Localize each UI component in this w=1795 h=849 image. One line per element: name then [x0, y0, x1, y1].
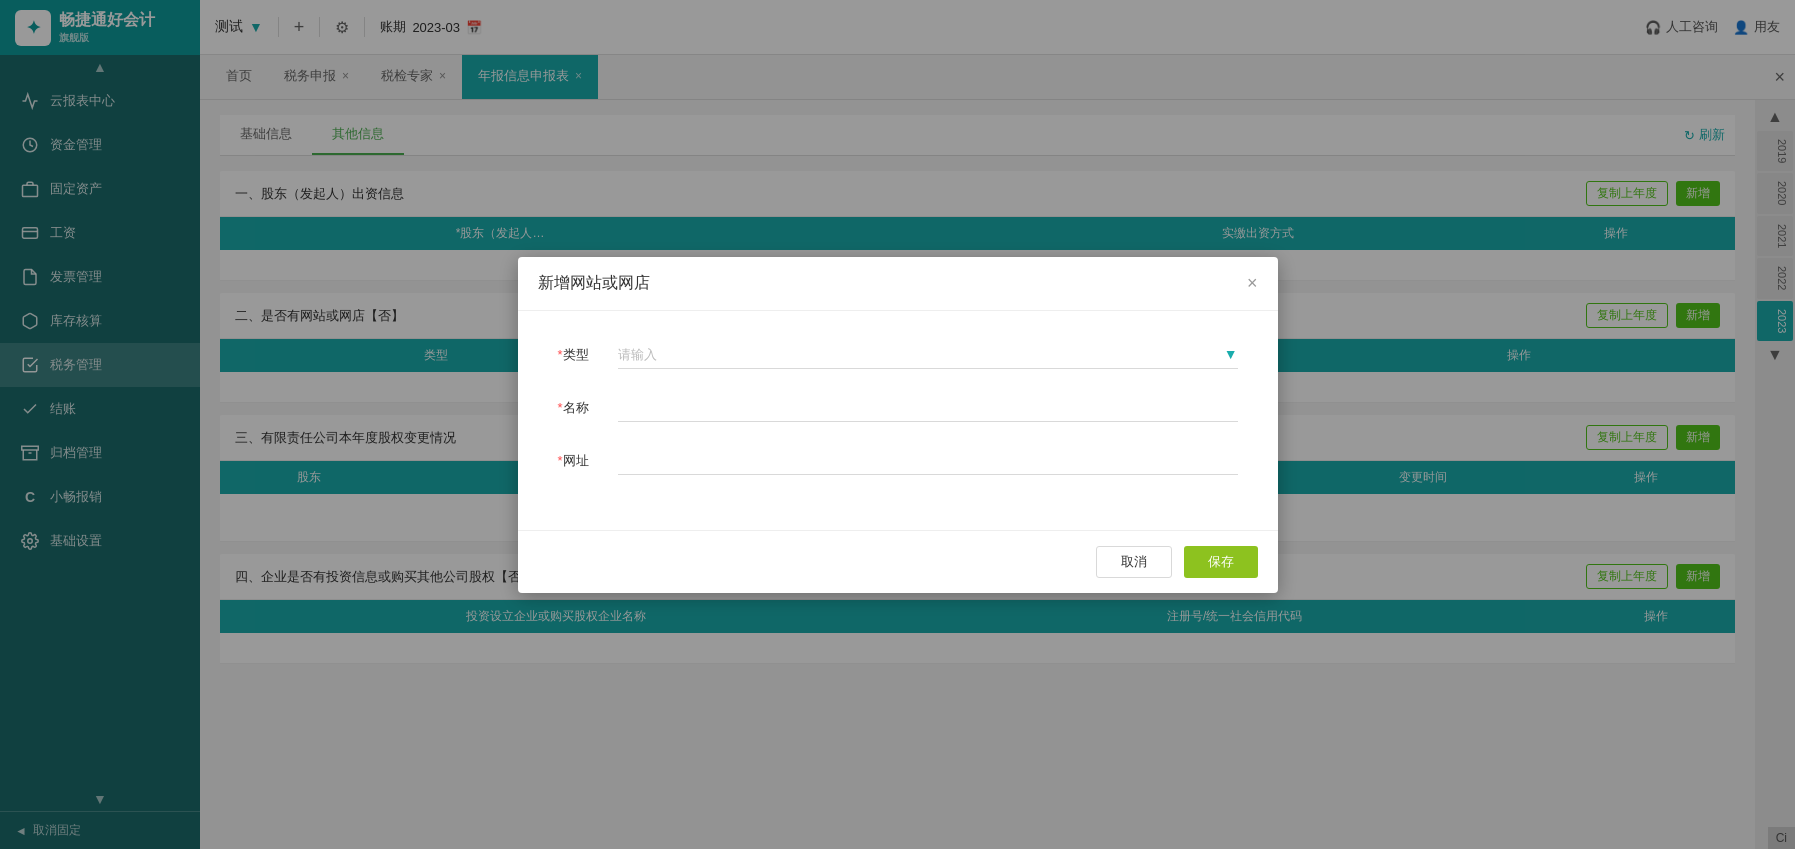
form-row-name: *名称 [558, 394, 1238, 422]
dialog-title: 新增网站或网店 [538, 273, 650, 294]
dialog-close-button[interactable]: × [1247, 273, 1258, 294]
url-input[interactable] [618, 447, 1238, 474]
url-input-wrap [618, 447, 1238, 475]
cancel-button[interactable]: 取消 [1096, 546, 1172, 578]
url-label: *网址 [558, 452, 618, 470]
type-input[interactable] [618, 341, 1224, 368]
dialog-body: *类型 ▼ *名称 *网址 [518, 311, 1278, 530]
type-dropdown-arrow[interactable]: ▼ [1224, 346, 1238, 362]
add-website-dialog: 新增网站或网店 × *类型 ▼ *名称 [518, 257, 1278, 593]
dialog-header: 新增网站或网店 × [518, 257, 1278, 311]
name-label: *名称 [558, 399, 618, 417]
dialog-footer: 取消 保存 [518, 530, 1278, 593]
type-label: *类型 [558, 346, 618, 364]
type-input-wrap: ▼ [618, 341, 1238, 369]
save-button[interactable]: 保存 [1184, 546, 1258, 578]
form-row-type: *类型 ▼ [558, 341, 1238, 369]
name-input[interactable] [618, 394, 1238, 421]
name-input-wrap [618, 394, 1238, 422]
form-row-url: *网址 [558, 447, 1238, 475]
dialog-overlay: 新增网站或网店 × *类型 ▼ *名称 [0, 0, 1795, 849]
